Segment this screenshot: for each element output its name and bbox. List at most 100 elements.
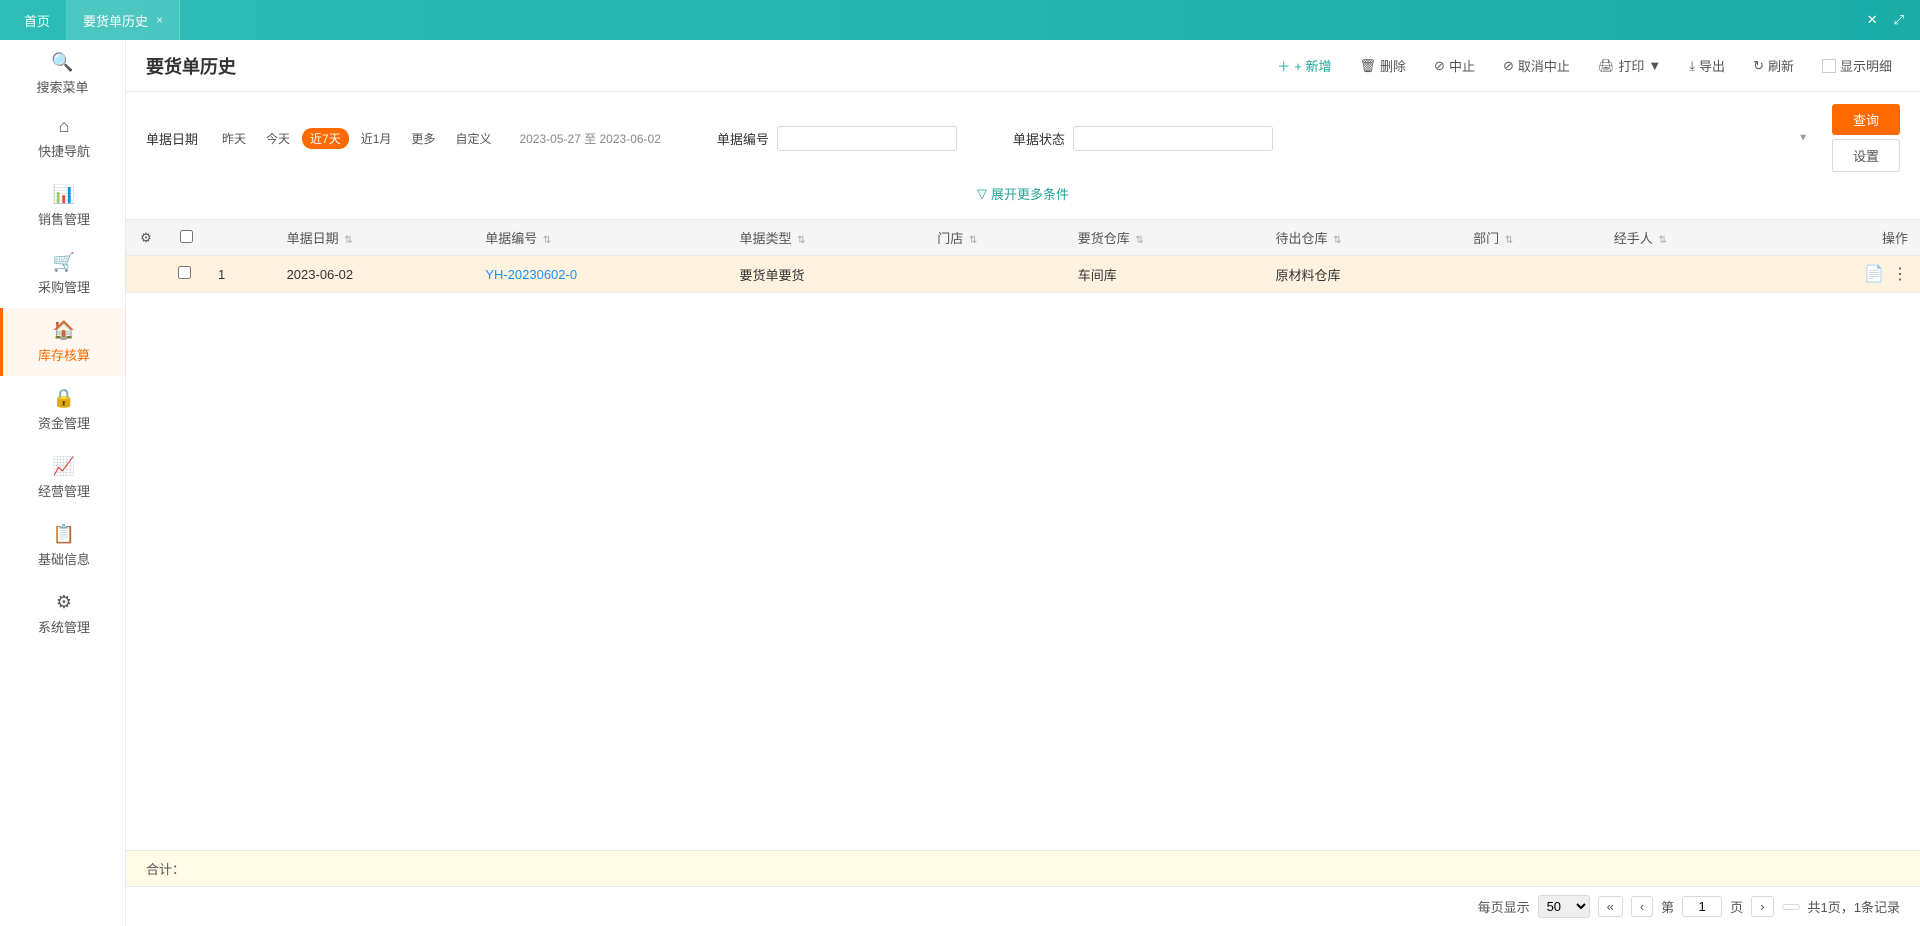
gear-icon: ⚙ [56,592,72,613]
refresh-label: 刷新 [1768,56,1794,75]
export-icon: ⤓ [1689,58,1695,74]
sort-icon-doc-type: ⇅ [797,235,805,246]
sidebar-item-finance[interactable]: 🔒 资金管理 [0,376,125,444]
last-page-button[interactable] [1782,904,1800,910]
td-doc-no[interactable]: YH-20230602-0 [473,256,727,293]
page-size-label: 每页显示 [1478,897,1530,916]
sort-icon-doc-no: ⇅ [543,235,551,246]
toolbar: ＋ + 新增 🗑 删除 ⊘ 中止 ⊘ 取消中止 🖨 打印 [1269,52,1900,79]
sidebar-search[interactable]: 🔍 搜索菜单 [0,40,125,104]
window-close-icon[interactable]: ✕ [1867,12,1878,28]
page-title: 要货单历史 [146,53,236,79]
sidebar-item-basic-info[interactable]: 📋 基础信息 [0,512,125,580]
sidebar-item-operations[interactable]: 📈 经营管理 [0,444,125,512]
date-opt-more[interactable]: 更多 [403,128,443,149]
display-cols-button[interactable]: 显示明细 [1814,52,1900,79]
tab-bar: 首页 要货单历史 × [8,0,180,40]
refresh-icon: ↻ [1753,58,1764,74]
sidebar-item-purchase[interactable]: 🛒 采购管理 [0,240,125,308]
row-more-icon[interactable]: ⋮ [1892,264,1908,284]
row-checkbox[interactable] [178,266,191,279]
content-area: 要货单历史 ＋ + 新增 🗑 删除 ⊘ 中止 ⊘ 取消中止 [126,40,1920,926]
tab-requisition-label: 要货单历史 [83,11,148,30]
prev-page-button[interactable]: ‹ [1631,896,1653,917]
new-button[interactable]: ＋ + 新增 [1269,52,1339,79]
search-icon: 🔍 [51,52,73,73]
date-opt-custom[interactable]: 自定义 [447,128,499,149]
sidebar-item-sales[interactable]: 📊 销售管理 [0,172,125,240]
th-pending-warehouse[interactable]: 待出仓库 ⇅ [1263,220,1461,256]
doc-status-select[interactable] [1073,126,1273,151]
refresh-button[interactable]: ↻ 刷新 [1745,52,1802,79]
chart-icon: 📊 [53,184,75,205]
date-opt-today[interactable]: 今天 [258,128,298,149]
date-opt-1month[interactable]: 近1月 [353,128,400,149]
td-row-no: 1 [206,256,275,293]
setting-button[interactable]: 设置 [1832,139,1900,172]
tab-home[interactable]: 首页 [8,0,67,40]
td-doc-date: 2023-06-02 [275,256,474,293]
sidebar-item-inventory[interactable]: 🏠 库存核算 [0,308,125,376]
print-button[interactable]: 🖨 打印 ▼ [1590,52,1669,79]
lock-icon: 🔒 [53,388,75,409]
date-range-text: 2023-05-27 至 2023-06-02 [519,130,660,147]
pagination: 每页显示 50 100 « ‹ 第 页 › 共1页，1条记录 [126,886,1920,926]
cancel-stop-button[interactable]: ⊘ 取消中止 [1495,52,1578,79]
sort-icon-req-warehouse: ⇅ [1135,235,1143,246]
top-bar: 首页 要货单历史 × ✕ ⤢ [0,0,1920,40]
td-handler [1602,256,1771,293]
date-opt-yesterday[interactable]: 昨天 [214,128,254,149]
doc-status-group: 单据状态 [1013,126,1816,151]
query-button[interactable]: 查询 [1832,104,1900,135]
total-info: 共1页，1条记录 [1808,897,1900,916]
doc-icon: 📋 [53,524,75,545]
sort-icon-pending-warehouse: ⇅ [1333,235,1341,246]
display-cols-label: 显示明细 [1840,56,1892,75]
sidebar-label-basic-info: 基础信息 [38,549,90,568]
sidebar-label-system: 系统管理 [38,617,90,636]
th-req-warehouse[interactable]: 要货仓库 ⇅ [1066,220,1264,256]
th-checkbox[interactable] [166,220,206,256]
doc-no-group: 单据编号 [717,126,957,151]
th-doc-type[interactable]: 单据类型 ⇅ [728,220,926,256]
td-actions: 📄 ⋮ [1771,256,1920,293]
th-store[interactable]: 门店 ⇅ [925,220,1066,256]
date-filter-label: 单据日期 [146,129,198,148]
sidebar-search-label: 搜索菜单 [36,77,88,96]
page-size-select[interactable]: 50 100 [1538,895,1590,918]
td-doc-type: 要货单要货 [728,256,926,293]
th-handler[interactable]: 经手人 ⇅ [1602,220,1771,256]
page-number-input[interactable] [1682,896,1722,917]
sidebar-label-operations: 经营管理 [38,481,90,500]
expand-row: ▽ 展开更多条件 [146,180,1900,207]
delete-button[interactable]: 🗑 删除 [1352,52,1415,79]
th-settings[interactable]: ⚙ [126,220,166,256]
row-actions: 📄 ⋮ [1783,264,1908,284]
doc-no-link[interactable]: YH-20230602-0 [485,267,577,282]
sort-icon-handler: ⇅ [1658,235,1666,246]
expand-conditions-button[interactable]: ▽ 展开更多条件 [965,180,1081,207]
th-doc-date[interactable]: 单据日期 ⇅ [275,220,474,256]
sidebar-label-finance: 资金管理 [38,413,90,432]
th-doc-no[interactable]: 单据编号 ⇅ [473,220,727,256]
doc-no-input[interactable] [777,126,957,151]
next-page-button[interactable]: › [1751,896,1773,917]
select-all-checkbox[interactable] [180,230,193,243]
cancel-stop-icon: ⊘ [1503,58,1514,74]
first-page-button[interactable]: « [1598,896,1623,917]
tab-requisition-history[interactable]: 要货单历史 × [67,0,180,40]
row-edit-icon[interactable]: 📄 [1864,264,1884,284]
td-checkbox[interactable] [166,256,206,293]
stop-button[interactable]: ⊘ 中止 [1426,52,1483,79]
operations-icon: 📈 [53,456,75,477]
th-dept[interactable]: 部门 ⇅ [1461,220,1602,256]
window-maximize-icon[interactable]: ⤢ [1894,12,1904,28]
sidebar-item-quick-nav[interactable]: ⌂ 快捷导航 [0,104,125,172]
tab-close-icon[interactable]: × [156,13,163,27]
date-opt-7days[interactable]: 近7天 [302,128,349,149]
delete-icon: 🗑 [1360,58,1377,74]
filter-area: 单据日期 昨天 今天 近7天 近1月 更多 自定义 2023-05-27 至 2… [126,92,1920,220]
export-button[interactable]: ⤓ 导出 [1681,52,1733,79]
footer-total-label: 合计： [146,859,185,878]
sidebar-item-system[interactable]: ⚙ 系统管理 [0,580,125,648]
